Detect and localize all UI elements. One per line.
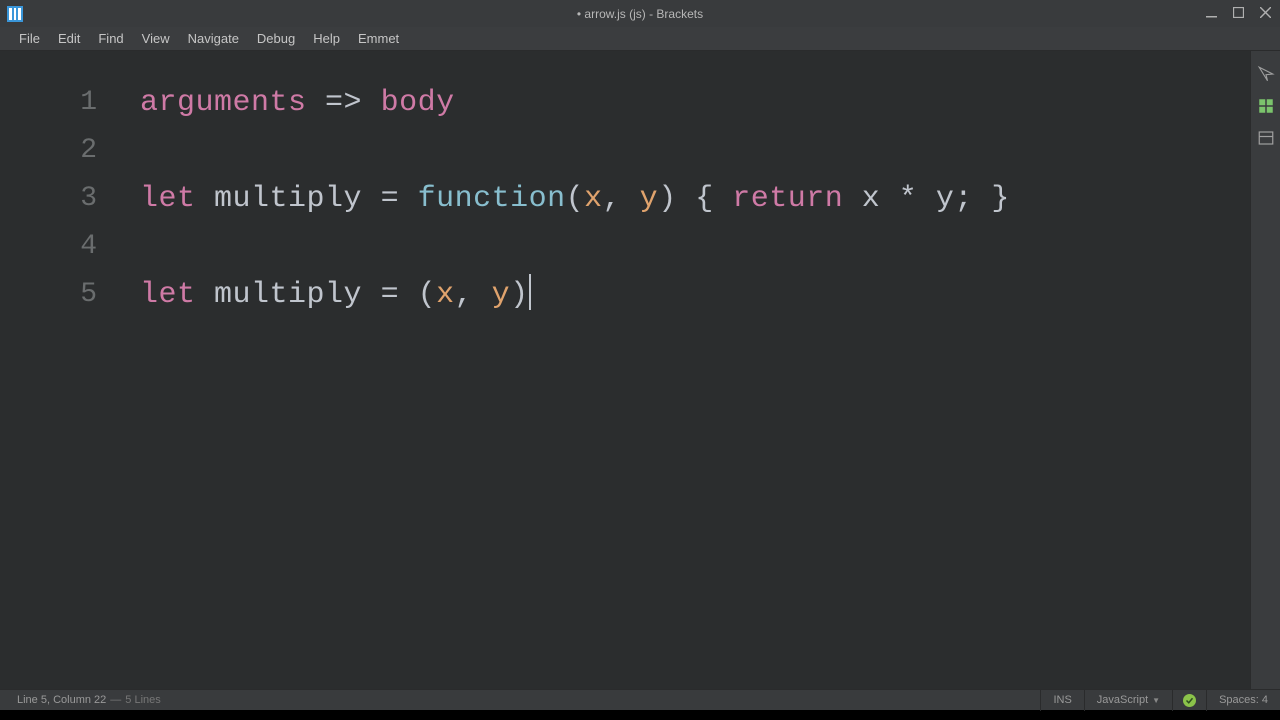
line-number[interactable]: 2 xyxy=(0,127,107,175)
token-identifier: multiply xyxy=(214,278,362,312)
title-bar: • arrow.js (js) - Brackets xyxy=(0,0,1280,27)
code-line-3[interactable]: let multiply = function(x, y) { return x… xyxy=(140,175,1250,223)
token-param: y xyxy=(640,182,659,216)
status-cursor-position[interactable]: Line 5, Column 22 xyxy=(17,694,106,706)
panel-toggle-icon[interactable] xyxy=(1257,129,1275,147)
status-insert-mode[interactable]: INS xyxy=(1040,690,1083,711)
token-keyword: return xyxy=(732,182,843,216)
token-punct: , xyxy=(455,278,492,312)
menu-navigate[interactable]: Navigate xyxy=(179,31,248,46)
token-identifier: y xyxy=(936,182,955,216)
token-keyword: let xyxy=(140,182,196,216)
status-line-count: 5 Lines xyxy=(125,694,160,706)
menu-help[interactable]: Help xyxy=(304,31,349,46)
token-punct: ; } xyxy=(954,182,1010,216)
minimize-button[interactable] xyxy=(1205,7,1218,21)
line-number[interactable]: 5 xyxy=(0,271,107,319)
code-line-4[interactable] xyxy=(140,223,1250,271)
token-param: y xyxy=(492,278,511,312)
menu-file[interactable]: File xyxy=(10,31,49,46)
line-number[interactable]: 3 xyxy=(0,175,107,223)
status-separator: — xyxy=(110,694,121,706)
code-line-1[interactable]: arguments => body xyxy=(140,79,1250,127)
window-title: • arrow.js (js) - Brackets xyxy=(577,7,703,21)
token-identifier: body xyxy=(381,86,455,120)
line-number[interactable]: 4 xyxy=(0,223,107,271)
menu-emmet[interactable]: Emmet xyxy=(349,31,408,46)
token-punct: ( xyxy=(566,182,585,216)
token-punct: ) xyxy=(510,278,529,312)
window-controls xyxy=(1205,7,1272,21)
token-punct: , xyxy=(603,182,640,216)
token-param: x xyxy=(584,182,603,216)
close-button[interactable] xyxy=(1259,7,1272,21)
code-editor[interactable]: arguments => body let multiply = functio… xyxy=(107,51,1250,689)
token-param: x xyxy=(436,278,455,312)
token-identifier: x xyxy=(862,182,881,216)
brackets-app-icon xyxy=(7,6,23,22)
chevron-down-icon: ▼ xyxy=(1152,696,1160,705)
extension-manager-icon[interactable] xyxy=(1257,97,1275,115)
menu-debug[interactable]: Debug xyxy=(248,31,304,46)
token-identifier: arguments xyxy=(140,86,307,120)
live-preview-icon[interactable] xyxy=(1257,65,1275,83)
status-indentation[interactable]: Spaces: 4 xyxy=(1206,690,1280,711)
token-operator: = ( xyxy=(381,278,437,312)
line-number-gutter: 1 2 3 4 5 xyxy=(0,51,107,689)
line-number[interactable]: 1 xyxy=(0,79,107,127)
check-circle-icon xyxy=(1183,694,1196,707)
token-operator: => xyxy=(325,86,362,120)
token-keyword: function xyxy=(418,182,566,216)
token-keyword: let xyxy=(140,278,196,312)
editor-area: 1 2 3 4 5 arguments => body let multiply… xyxy=(0,51,1280,689)
maximize-button[interactable] xyxy=(1232,7,1245,21)
menu-find[interactable]: Find xyxy=(89,31,132,46)
status-bar: Line 5, Column 22 — 5 Lines INS JavaScri… xyxy=(0,689,1280,710)
code-line-5[interactable]: let multiply = (x, y) xyxy=(140,271,1250,319)
token-operator: * xyxy=(899,182,918,216)
text-cursor xyxy=(529,274,531,310)
right-toolbar xyxy=(1250,51,1280,689)
code-line-2[interactable] xyxy=(140,127,1250,175)
menu-bar: File Edit Find View Navigate Debug Help … xyxy=(0,27,1280,51)
status-language[interactable]: JavaScript▼ xyxy=(1084,690,1172,711)
menu-view[interactable]: View xyxy=(133,31,179,46)
token-identifier: multiply xyxy=(214,182,362,216)
menu-edit[interactable]: Edit xyxy=(49,31,89,46)
token-operator: = xyxy=(381,182,418,216)
status-lint-ok[interactable] xyxy=(1172,690,1206,711)
token-punct: ) { xyxy=(658,182,732,216)
